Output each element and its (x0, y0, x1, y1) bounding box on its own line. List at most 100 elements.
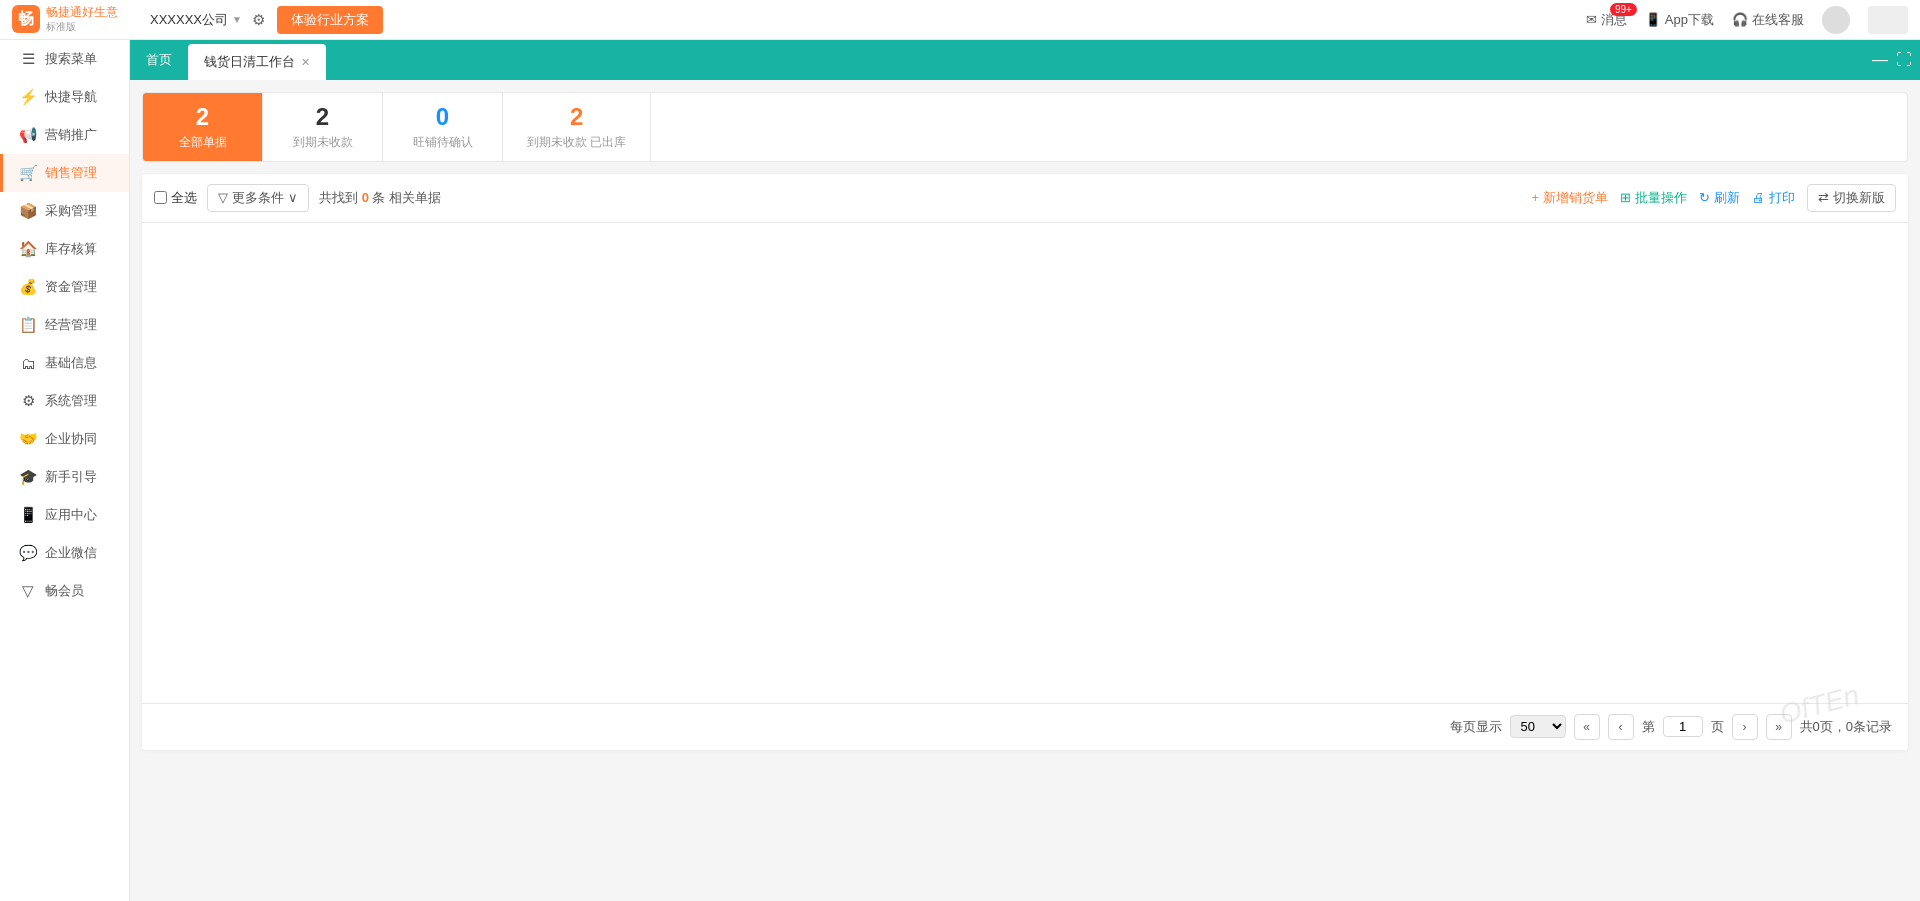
new-sale-label: 新增销货单 (1543, 189, 1608, 207)
print-button[interactable]: 🖨 打印 (1752, 189, 1795, 207)
batch-label: 批量操作 (1635, 189, 1687, 207)
sidebar-item-10[interactable]: 🤝 企业协同 (0, 420, 129, 458)
filter-icon: ▽ (218, 190, 228, 205)
refresh-icon: ↻ (1699, 190, 1710, 205)
sidebar-icon-9: ⚙ (19, 392, 37, 410)
next-page-button[interactable]: › (1732, 714, 1758, 740)
sidebar-item-6[interactable]: 💰资金管理 (0, 268, 129, 306)
app-download-item[interactable]: 📱 App下载 (1645, 11, 1714, 29)
main-content: 2 全部单据 2 到期未收款 0 旺铺待确认 2 到期未收款 已出库 全选 ▽ … (130, 80, 1920, 901)
sidebar-label-4: 采购管理 (45, 202, 97, 220)
logo-edition: 标准版 (46, 20, 118, 34)
select-all-label[interactable]: 全选 (154, 189, 197, 207)
stats-tabs: 2 全部单据 2 到期未收款 0 旺铺待确认 2 到期未收款 已出库 (142, 92, 1908, 162)
tab-close-icon[interactable]: ✕ (301, 56, 310, 69)
sidebar-item-9[interactable]: ⚙ 系统管理 (0, 382, 129, 420)
stats-num-overdue: 2 (287, 103, 358, 132)
stats-num-shipped: 2 (527, 103, 626, 132)
company-name: XXXXXX公司 (150, 11, 228, 29)
username-area[interactable] (1868, 6, 1908, 34)
sidebar-item-12[interactable]: 📱应用中心 (0, 496, 129, 534)
switch-version-button[interactable]: ⇄ 切换新版 (1807, 184, 1896, 212)
tab-home[interactable]: 首页 (130, 40, 188, 80)
service-icon: 🎧 (1732, 12, 1748, 27)
page-label: 第 (1642, 718, 1655, 736)
logo-text-area: 畅捷通好生意 标准版 (46, 5, 118, 33)
stats-tab-pending[interactable]: 0 旺铺待确认 (383, 93, 503, 161)
tab-workbench[interactable]: 钱货日清工作台 ✕ (188, 44, 326, 80)
sidebar-label-2: 营销推广 (45, 126, 97, 144)
sidebar-item-8[interactable]: 🗂基础信息 (0, 344, 129, 382)
table-area (142, 223, 1908, 703)
sidebar-label-11: 新手引导 (45, 468, 97, 486)
content-wrapper: 全选 ▽ 更多条件 ∨ 共找到 0 条 相关单据 + 新增销货单 ⊞ (142, 174, 1908, 750)
sidebar-icon-0: ☰ (19, 50, 37, 68)
sidebar-icon-10: 🤝 (19, 430, 37, 448)
stats-label-shipped: 到期未收款 已出库 (527, 134, 626, 151)
found-text: 共找到 0 条 相关单据 (319, 189, 441, 207)
pagination-bar: 每页显示 50 100 « ‹ 第 页 › » 共0页，0条记录 (142, 703, 1908, 750)
messages-item[interactable]: ✉ 消息 99+ (1586, 11, 1627, 29)
sidebar-label-7: 经营管理 (45, 316, 97, 334)
sidebar-label-6: 资金管理 (45, 278, 97, 296)
settings-icon[interactable]: ⚙ (252, 11, 265, 29)
stats-num-pending: 0 (407, 103, 478, 132)
stats-tab-all[interactable]: 2 全部单据 (143, 93, 263, 161)
toolbar-right: + 新增销货单 ⊞ 批量操作 ↻ 刷新 🖨 打印 ⇄ 切换新版 (1531, 184, 1896, 212)
sidebar-item-3[interactable]: 🛒 销售管理 (0, 154, 129, 192)
page-input[interactable] (1663, 716, 1703, 737)
sidebar-item-11[interactable]: 🎓新手引导 (0, 458, 129, 496)
sidebar-item-7[interactable]: 📋 经营管理 (0, 306, 129, 344)
prev-page-button[interactable]: ‹ (1608, 714, 1634, 740)
sidebar-item-2[interactable]: 📢营销推广 (0, 116, 129, 154)
filter-button[interactable]: ▽ 更多条件 ∨ (207, 184, 309, 212)
last-page-button[interactable]: » (1766, 714, 1792, 740)
sidebar-label-0: 搜索菜单 (45, 50, 97, 68)
app-download-label: App下载 (1665, 11, 1714, 29)
stats-tab-shipped[interactable]: 2 到期未收款 已出库 (503, 93, 651, 161)
page-suffix: 页 (1711, 718, 1724, 736)
refresh-label: 刷新 (1714, 189, 1740, 207)
sidebar-item-4[interactable]: 📦 采购管理 (0, 192, 129, 230)
sidebar-label-8: 基础信息 (45, 354, 97, 372)
found-unit: 条 (372, 190, 385, 205)
message-icon: ✉ (1586, 12, 1597, 27)
tab-workbench-label: 钱货日清工作台 (204, 53, 295, 71)
stats-tab-overdue[interactable]: 2 到期未收款 (263, 93, 383, 161)
sidebar-label-3: 销售管理 (45, 164, 97, 182)
sidebar-label-12: 应用中心 (45, 506, 97, 524)
sidebar-item-0[interactable]: ☰ 搜索菜单 (0, 40, 129, 78)
tab-bar: 首页 钱货日清工作台 ✕ — ⛶ (130, 40, 1920, 80)
sidebar-icon-13: 💬 (19, 544, 37, 562)
sidebar-icon-4: 📦 (19, 202, 37, 220)
stats-num-all: 2 (167, 103, 238, 132)
messages-badge: 99+ (1610, 3, 1637, 16)
avatar[interactable] (1822, 6, 1850, 34)
pagination-summary: 共0页，0条记录 (1800, 718, 1892, 736)
sidebar-item-14[interactable]: ▽畅会员 (0, 572, 129, 610)
refresh-button[interactable]: ↻ 刷新 (1699, 189, 1740, 207)
sidebar-label-10: 企业协同 (45, 430, 97, 448)
header-right: ✉ 消息 99+ 📱 App下载 🎧 在线客服 (1586, 6, 1908, 34)
first-page-button[interactable]: « (1574, 714, 1600, 740)
sidebar-label-13: 企业微信 (45, 544, 97, 562)
sidebar-icon-3: 🛒 (19, 164, 37, 182)
sidebar-item-13[interactable]: 💬 企业微信 (0, 534, 129, 572)
print-icon: 🖨 (1752, 190, 1765, 205)
online-service-label: 在线客服 (1752, 11, 1804, 29)
per-page-select[interactable]: 50 100 (1510, 715, 1566, 738)
batch-button[interactable]: ⊞ 批量操作 (1620, 189, 1687, 207)
sidebar-icon-7: 📋 (19, 316, 37, 334)
sidebar-label-9: 系统管理 (45, 392, 97, 410)
select-all-checkbox[interactable] (154, 191, 167, 204)
new-sale-button[interactable]: + 新增销货单 (1531, 189, 1608, 207)
trial-button[interactable]: 体验行业方案 (277, 6, 383, 34)
tab-expand-icon[interactable]: ⛶ (1896, 51, 1912, 69)
sidebar-item-1[interactable]: ⚡快捷导航 (0, 78, 129, 116)
company-selector[interactable]: XXXXXX公司 ▼ (150, 11, 242, 29)
found-suffix: 相关单据 (389, 190, 441, 205)
sidebar-item-5[interactable]: 🏠库存核算 (0, 230, 129, 268)
tab-minimize-icon[interactable]: — (1872, 51, 1888, 69)
found-count: 0 (362, 190, 369, 205)
online-service-item[interactable]: 🎧 在线客服 (1732, 11, 1804, 29)
